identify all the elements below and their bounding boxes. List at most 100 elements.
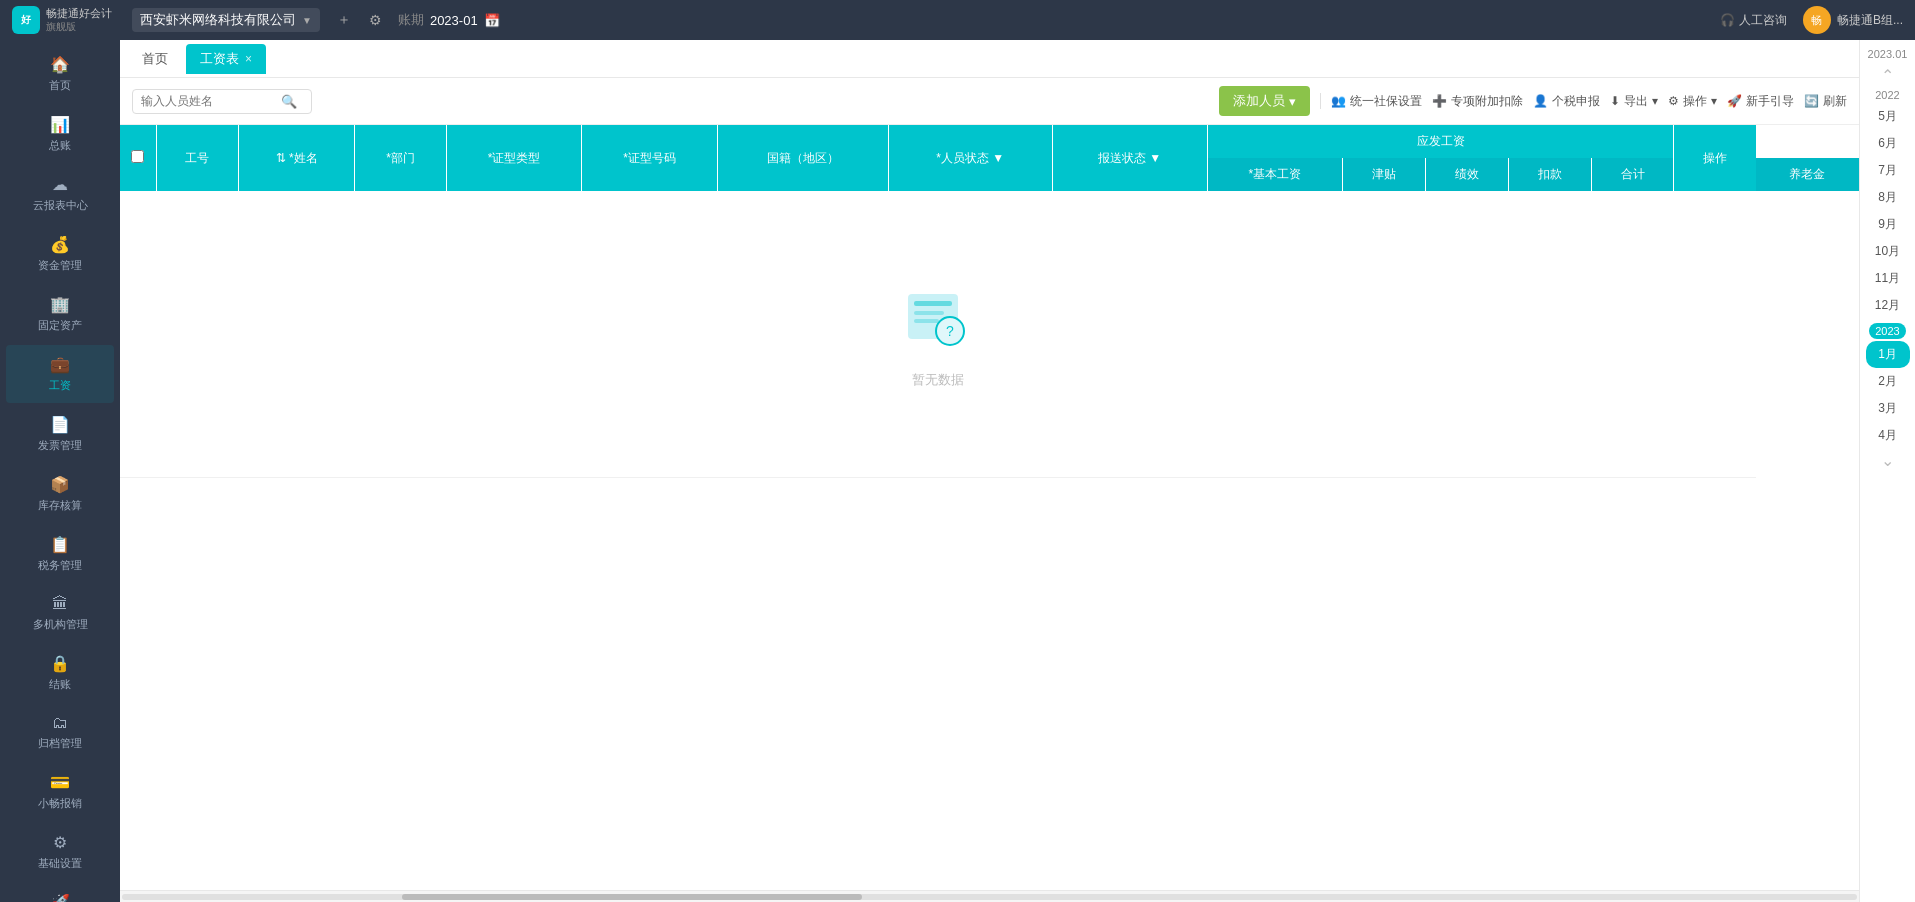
prev-month-3[interactable]: 8月 bbox=[1866, 184, 1910, 211]
add-button[interactable]: ＋ bbox=[332, 8, 356, 32]
scroll-thumb[interactable] bbox=[402, 894, 862, 900]
filter-icon2: ▼ bbox=[1149, 151, 1161, 165]
curr-month-2[interactable]: 3月 bbox=[1866, 395, 1910, 422]
search-input[interactable] bbox=[141, 94, 281, 108]
sidebar-item-10[interactable]: 🔒 结账 bbox=[6, 644, 114, 702]
curr-month-0[interactable]: 1月 bbox=[1866, 341, 1910, 368]
add-btn-label: 添加人员 bbox=[1233, 92, 1285, 110]
sidebar-label-3: 资金管理 bbox=[38, 258, 82, 273]
company-name: 西安虾米网络科技有限公司 bbox=[140, 11, 296, 29]
sidebar-item-13[interactable]: ⚙基础设置 bbox=[6, 823, 114, 881]
prev-month-7[interactable]: 12月 bbox=[1866, 292, 1910, 319]
sidebar-label-2: 云报表中心 bbox=[33, 198, 88, 213]
th-total: 合计 bbox=[1591, 158, 1674, 191]
sidebar-item-2[interactable]: ☁ 云报表中心 bbox=[6, 165, 114, 223]
period-label: 账期 bbox=[398, 11, 424, 29]
sidebar-label-10: 结账 bbox=[49, 677, 71, 692]
sidebar-icon-7: 📦 bbox=[50, 475, 70, 494]
curr-year-badge: 2023 bbox=[1869, 323, 1905, 339]
sidebar-item-4[interactable]: 🏢固定资产 bbox=[6, 285, 114, 343]
service-button[interactable]: 🎧 人工咨询 bbox=[1720, 12, 1787, 29]
prev-month-4[interactable]: 9月 bbox=[1866, 211, 1910, 238]
sidebar-item-8[interactable]: 📋税务管理 bbox=[6, 525, 114, 583]
sidebar-item-14[interactable]: 🚀新手引导 bbox=[6, 883, 114, 902]
calendar-icon[interactable]: 📅 bbox=[484, 13, 500, 28]
deduction-btn[interactable]: ➕ 专项附加扣除 bbox=[1432, 93, 1523, 110]
sidebar-icon-5: 💼 bbox=[50, 355, 70, 374]
tax-report-btn[interactable]: 👤 个税申报 bbox=[1533, 93, 1600, 110]
content-area: 首页 工资表 × 🔍 添加人员 ▾ 👥 统一社保设置 bbox=[120, 40, 1859, 902]
filter-icon: ▼ bbox=[992, 151, 1004, 165]
prev-month-6[interactable]: 11月 bbox=[1866, 265, 1910, 292]
sidebar-icon-8: 📋 bbox=[50, 535, 70, 554]
scroll-down-icon[interactable]: ⌄ bbox=[1866, 449, 1910, 472]
curr-month-1[interactable]: 2月 bbox=[1866, 368, 1910, 395]
sidebar-item-12[interactable]: 💳小畅报销 bbox=[6, 763, 114, 821]
sidebar-label-1: 总账 bbox=[49, 138, 71, 153]
curr-month-3[interactable]: 4月 bbox=[1866, 422, 1910, 449]
th-base-salary: *基本工资 bbox=[1207, 158, 1343, 191]
add-person-button[interactable]: 添加人员 ▾ bbox=[1219, 86, 1310, 116]
guide-btn[interactable]: 🚀 新手引导 bbox=[1727, 93, 1794, 110]
tab-home[interactable]: 首页 bbox=[128, 44, 182, 74]
search-icon: 🔍 bbox=[281, 94, 297, 109]
salary-table: 工号 ⇅ *姓名 *部门 *证型类型 *证型号码 国籍（地区） *人员状态 ▼ … bbox=[120, 125, 1859, 478]
sidebar-icon-1: 📊 bbox=[50, 115, 70, 134]
prev-month-1[interactable]: 6月 bbox=[1866, 130, 1910, 157]
th-dept: *部门 bbox=[355, 125, 446, 191]
sidebar-item-11[interactable]: 🗂归档管理 bbox=[6, 704, 114, 761]
export-label: 导出 bbox=[1624, 93, 1648, 110]
sidebar-icon-3: 💰 bbox=[50, 235, 70, 254]
export-btn[interactable]: ⬇ 导出 ▾ bbox=[1610, 93, 1658, 110]
tab-salary[interactable]: 工资表 × bbox=[186, 44, 266, 74]
operations-btn[interactable]: ⚙ 操作 ▾ bbox=[1668, 93, 1717, 110]
table-wrapper: 工号 ⇅ *姓名 *部门 *证型类型 *证型号码 国籍（地区） *人员状态 ▼ … bbox=[120, 125, 1859, 890]
refresh-btn[interactable]: 🔄 刷新 bbox=[1804, 93, 1847, 110]
company-selector[interactable]: 西安虾米网络科技有限公司 ▼ bbox=[132, 8, 320, 32]
divider bbox=[1320, 93, 1321, 109]
scrollbar[interactable] bbox=[120, 890, 1859, 902]
sidebar-item-6[interactable]: 📄发票管理 bbox=[6, 405, 114, 463]
period-info: 账期 2023-01 📅 bbox=[398, 11, 500, 29]
th-deduction: 扣款 bbox=[1508, 158, 1591, 191]
sidebar-icon-4: 🏢 bbox=[50, 295, 70, 314]
select-all-th bbox=[120, 125, 156, 191]
header-actions: ＋ ⚙ bbox=[332, 8, 388, 32]
prev-month-5[interactable]: 10月 bbox=[1866, 238, 1910, 265]
sidebar-item-1[interactable]: 📊 总账 bbox=[6, 105, 114, 163]
refresh-icon: 🔄 bbox=[1804, 94, 1819, 108]
scroll-up-icon[interactable]: ⌃ bbox=[1866, 64, 1910, 87]
th-performance: 绩效 bbox=[1426, 158, 1509, 191]
th-salary-group: 应发工资 bbox=[1207, 125, 1674, 158]
sidebar-item-5[interactable]: 💼工资 bbox=[6, 345, 114, 403]
user-area[interactable]: 畅 畅捷通B组... bbox=[1803, 6, 1903, 34]
svg-rect-3 bbox=[914, 319, 939, 323]
headset-icon: 🎧 bbox=[1720, 13, 1735, 27]
prev-month-2[interactable]: 7月 bbox=[1866, 157, 1910, 184]
sidebar-item-3[interactable]: 💰 资金管理 bbox=[6, 225, 114, 283]
prev-month-0[interactable]: 5月 bbox=[1866, 103, 1910, 130]
close-icon[interactable]: × bbox=[245, 52, 252, 66]
th-nationality: 国籍（地区） bbox=[717, 125, 888, 191]
prev-months: 5月6月7月8月9月10月11月12月 bbox=[1866, 103, 1910, 319]
sidebar-item-0[interactable]: 🏠首页 bbox=[6, 45, 114, 103]
select-all-checkbox[interactable] bbox=[131, 150, 144, 163]
social-icon: 👥 bbox=[1331, 94, 1346, 108]
guide-label: 新手引导 bbox=[1746, 93, 1794, 110]
app-logo-text: 畅捷通好会计 旗舰版 bbox=[46, 7, 112, 32]
export-chevron: ▾ bbox=[1652, 94, 1658, 108]
sidebar-icon-10: 🔒 bbox=[50, 654, 70, 673]
sidebar-label-7: 库存核算 bbox=[38, 498, 82, 513]
svg-rect-1 bbox=[914, 301, 952, 306]
sidebar-icon-0: 🏠 bbox=[50, 55, 70, 74]
settings-icon[interactable]: ⚙ bbox=[364, 8, 388, 32]
tab-salary-label: 工资表 bbox=[200, 50, 239, 68]
logo-line2: 旗舰版 bbox=[46, 21, 112, 33]
sidebar-item-7[interactable]: 📦 库存核算 bbox=[6, 465, 114, 523]
sidebar-icon-14: 🚀 bbox=[50, 893, 70, 902]
th-report-status: 报送状态 ▼ bbox=[1052, 125, 1207, 191]
sidebar-item-9[interactable]: 🏛多机构管理 bbox=[6, 585, 114, 642]
sidebar-icon-2: ☁ bbox=[52, 175, 68, 194]
th-pension: 养老金 bbox=[1756, 158, 1859, 191]
social-security-btn[interactable]: 👥 统一社保设置 bbox=[1331, 93, 1422, 110]
